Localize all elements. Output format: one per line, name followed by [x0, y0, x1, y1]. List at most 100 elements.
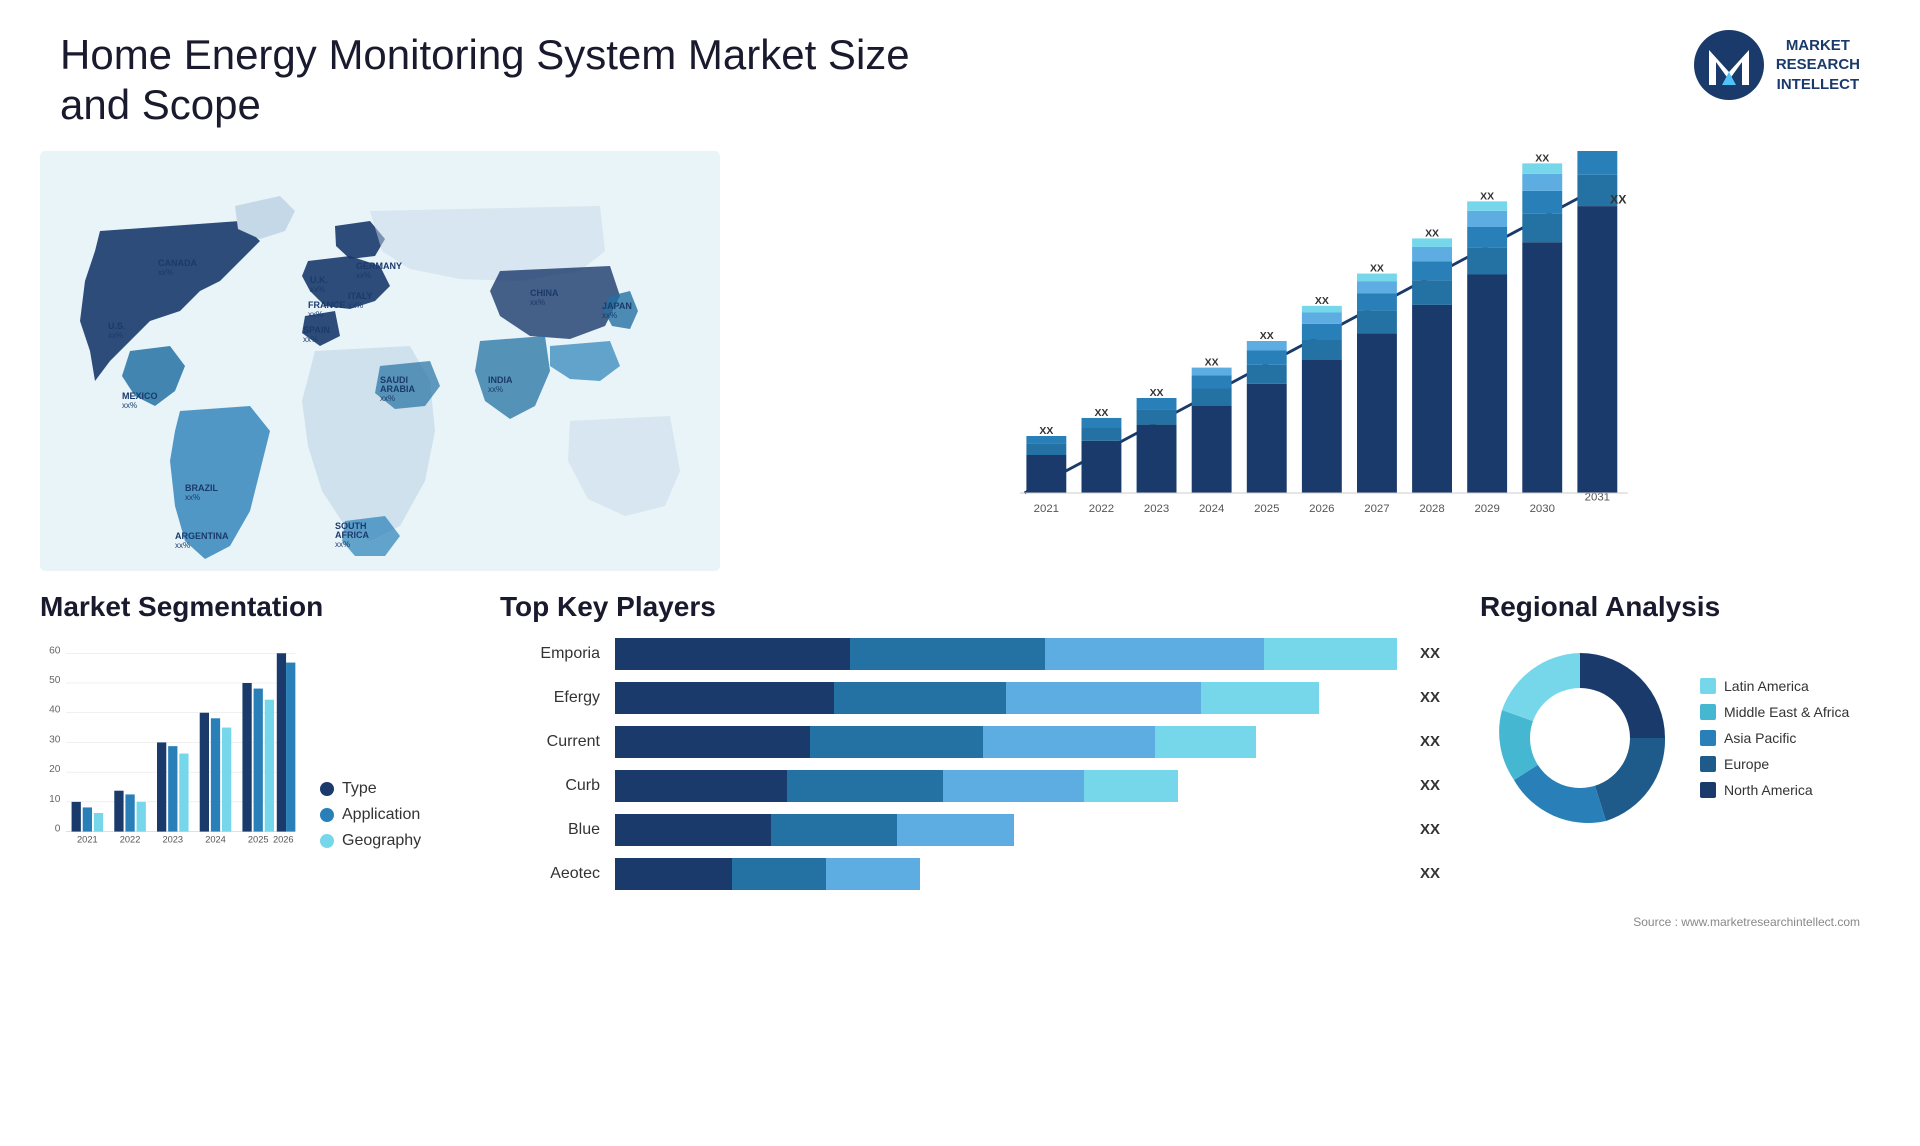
svg-text:ITALY: ITALY — [348, 291, 373, 301]
svg-text:XX: XX — [1094, 408, 1108, 419]
svg-text:2021: 2021 — [1034, 503, 1059, 515]
svg-text:XX: XX — [1610, 192, 1627, 206]
svg-text:2025: 2025 — [248, 834, 269, 844]
geography-dot — [320, 834, 334, 848]
svg-text:xx%: xx% — [530, 298, 545, 307]
regional-section: Regional Analysis Lat — [1480, 591, 1880, 890]
svg-text:xx%: xx% — [310, 285, 325, 294]
svg-text:xx%: xx% — [602, 311, 617, 320]
page-header: Home Energy Monitoring System Market Siz… — [0, 0, 1920, 151]
segmentation-legend: Type Application Geography — [320, 780, 421, 858]
svg-text:CHINA: CHINA — [530, 288, 559, 298]
svg-text:2026: 2026 — [1309, 503, 1334, 515]
svg-text:2022: 2022 — [1089, 503, 1114, 515]
bottom-content: Market Segmentation 0 10 20 30 40 50 60 — [0, 571, 1920, 910]
player-name-blue: Blue — [500, 821, 600, 839]
player-val-current: XX — [1420, 733, 1440, 750]
logo-icon — [1694, 30, 1764, 100]
player-val-efergy: XX — [1420, 689, 1440, 706]
svg-text:ARGENTINA: ARGENTINA — [175, 531, 229, 541]
svg-text:2024: 2024 — [1199, 503, 1224, 515]
asia-pacific-color — [1700, 730, 1716, 746]
svg-text:xx%: xx% — [356, 271, 371, 280]
svg-text:XX: XX — [1205, 357, 1219, 368]
legend-geography: Geography — [320, 832, 421, 850]
donut-legend: Latin America Middle East & Africa Asia … — [1700, 678, 1849, 798]
donut-wrapper: Latin America Middle East & Africa Asia … — [1480, 638, 1880, 838]
bar-chart-section: XX 2021 XX 2022 XX 2023 XX — [720, 151, 1880, 571]
legend-application: Application — [320, 806, 421, 824]
player-name-efergy: Efergy — [500, 689, 600, 707]
legend-europe: Europe — [1700, 756, 1849, 772]
svg-text:AFRICA: AFRICA — [335, 530, 369, 540]
map-section: CANADA xx% U.S. xx% MEXICO xx% BRAZIL xx… — [40, 151, 720, 571]
svg-text:xx%: xx% — [308, 310, 323, 319]
player-bar-aeotec — [615, 858, 1397, 890]
player-row-curb: Curb XX — [500, 770, 1440, 802]
svg-text:2022: 2022 — [120, 834, 141, 844]
segmentation-title: Market Segmentation — [40, 591, 460, 623]
world-map: CANADA xx% U.S. xx% MEXICO xx% BRAZIL xx… — [40, 151, 720, 571]
middle-east-color — [1700, 704, 1716, 720]
key-players-section: Top Key Players Emporia XX Efergy — [500, 591, 1440, 890]
player-bar-blue — [615, 814, 1397, 846]
latin-america-color — [1700, 678, 1716, 694]
svg-text:xx%: xx% — [348, 301, 363, 310]
player-val-aeotec: XX — [1420, 865, 1440, 882]
svg-text:XX: XX — [1039, 426, 1053, 437]
svg-text:2023: 2023 — [162, 834, 183, 844]
player-val-blue: XX — [1420, 821, 1440, 838]
svg-text:xx%: xx% — [488, 385, 503, 394]
source-text: Source : www.marketresearchintellect.com — [0, 915, 1920, 929]
type-dot — [320, 782, 334, 796]
svg-text:2030: 2030 — [1530, 503, 1555, 515]
svg-text:xx%: xx% — [303, 335, 318, 344]
player-bar-efergy — [615, 682, 1397, 714]
logo-area: MARKET RESEARCH INTELLECT — [1694, 30, 1860, 100]
svg-text:XX: XX — [1260, 331, 1274, 342]
svg-text:INDIA: INDIA — [488, 375, 513, 385]
svg-text:2024: 2024 — [205, 834, 226, 844]
svg-text:JAPAN: JAPAN — [602, 301, 632, 311]
legend-type: Type — [320, 780, 421, 798]
svg-text:40: 40 — [49, 704, 61, 715]
logo-text: MARKET RESEARCH INTELLECT — [1776, 36, 1860, 95]
application-dot — [320, 808, 334, 822]
svg-text:50: 50 — [49, 675, 61, 686]
svg-text:GERMANY: GERMANY — [356, 261, 402, 271]
svg-text:xx%: xx% — [185, 493, 200, 502]
europe-color — [1700, 756, 1716, 772]
player-row-current: Current XX — [500, 726, 1440, 758]
player-row-aeotec: Aeotec XX — [500, 858, 1440, 890]
legend-north-america: North America — [1700, 782, 1849, 798]
regional-title: Regional Analysis — [1480, 591, 1880, 623]
bar-chart-svg: XX 2021 XX 2022 XX 2023 XX — [740, 151, 1860, 531]
svg-text:XX: XX — [1150, 388, 1164, 399]
svg-text:xx%: xx% — [175, 541, 190, 550]
segmentation-chart: 0 10 20 30 40 50 60 2021 — [40, 638, 300, 858]
player-name-emporia: Emporia — [500, 645, 600, 663]
main-content: CANADA xx% U.S. xx% MEXICO xx% BRAZIL xx… — [0, 151, 1920, 571]
svg-text:2023: 2023 — [1144, 503, 1169, 515]
svg-text:U.K.: U.K. — [310, 275, 328, 285]
svg-text:2028: 2028 — [1419, 503, 1444, 515]
svg-text:XX: XX — [1315, 296, 1329, 307]
bar-chart-wrapper: XX 2021 XX 2022 XX 2023 XX — [740, 151, 1860, 531]
svg-text:2021: 2021 — [77, 834, 98, 844]
player-row-efergy: Efergy XX — [500, 682, 1440, 714]
svg-text:2026: 2026 — [273, 834, 294, 844]
legend-latin-america: Latin America — [1700, 678, 1849, 694]
svg-text:2025: 2025 — [1254, 503, 1279, 515]
svg-text:2029: 2029 — [1474, 503, 1499, 515]
svg-text:SPAIN: SPAIN — [303, 325, 330, 335]
player-val-emporia: XX — [1420, 645, 1440, 662]
svg-text:XX: XX — [1370, 263, 1384, 274]
page-title: Home Energy Monitoring System Market Siz… — [60, 30, 960, 131]
players-list: Emporia XX Efergy — [500, 638, 1440, 890]
player-name-aeotec: Aeotec — [500, 865, 600, 883]
player-val-curb: XX — [1420, 777, 1440, 794]
svg-text:BRAZIL: BRAZIL — [185, 483, 218, 493]
player-name-curb: Curb — [500, 777, 600, 795]
svg-text:U.S.: U.S. — [108, 321, 126, 331]
svg-text:30: 30 — [49, 734, 61, 745]
